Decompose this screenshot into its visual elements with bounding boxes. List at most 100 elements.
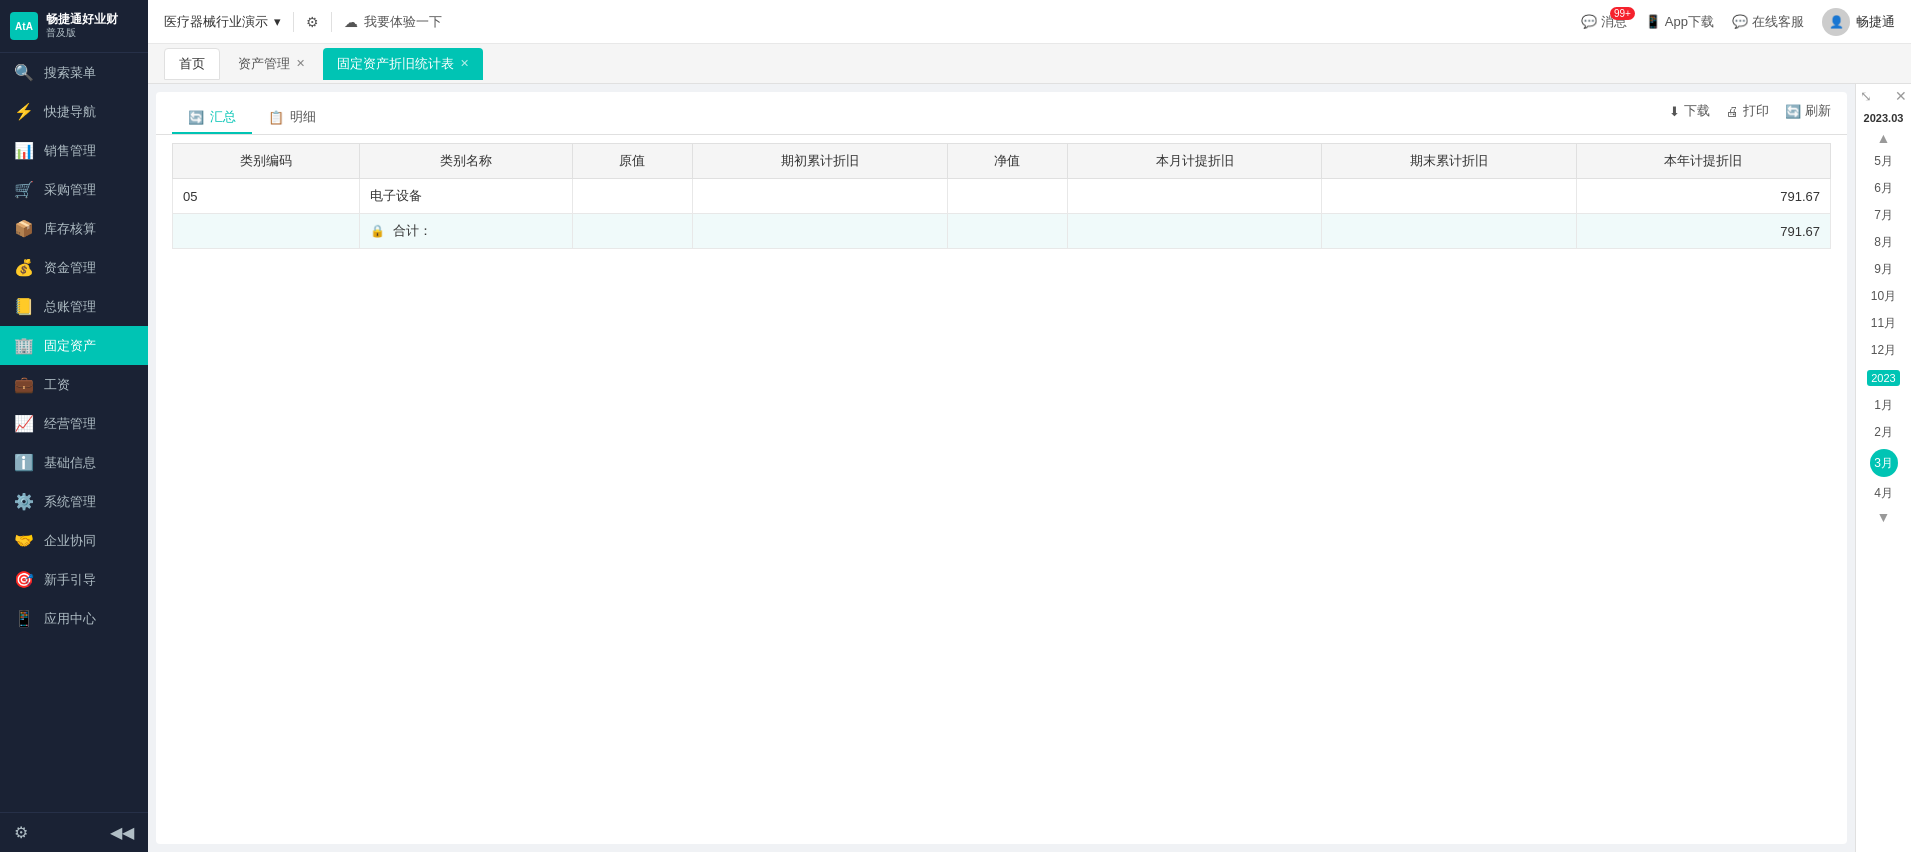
topbar-experience[interactable]: ☁ 我要体验一下 (344, 13, 442, 31)
date-item-3-active[interactable]: 3月 (1870, 449, 1898, 477)
sidebar-subtitle: 普及版 (46, 26, 118, 40)
download-label: 下载 (1684, 102, 1710, 120)
sidebar: AtA 畅捷通好业财 普及版 🔍 搜索菜单 ⚡ 快捷导航 📊 销售管理 🛒 采购… (0, 0, 148, 852)
content-body: 🔄 汇总 📋 明细 ⬇ 下载 🖨 打印 (148, 84, 1911, 852)
company-name: 医疗器械行业演示 (164, 13, 268, 31)
sidebar-item-search-label: 搜索菜单 (44, 64, 96, 82)
sidebar-item-ledger[interactable]: 📒 总账管理 (0, 287, 148, 326)
appcenter-icon: 📱 (14, 609, 34, 628)
quicknav-icon: ⚡ (14, 102, 34, 121)
depreciation-table: 类别编码 类别名称 原值 期初累计折旧 净值 本月计提折旧 期末累计折旧 本年计… (172, 143, 1831, 249)
sidebar-item-appcenter[interactable]: 📱 应用中心 (0, 599, 148, 638)
date-item-11[interactable]: 11月 (1856, 310, 1911, 337)
sidebar-settings-icon[interactable]: ⚙ (14, 823, 28, 842)
inner-tab-detail-label: 明细 (290, 108, 316, 126)
sidebar-item-salary[interactable]: 💼 工资 (0, 365, 148, 404)
date-item-4[interactable]: 4月 (1856, 480, 1911, 507)
col-category-code: 类别编码 (173, 144, 360, 179)
user-avatar: 👤 (1822, 8, 1850, 36)
sidebar-item-guide[interactable]: 🎯 新手引导 (0, 560, 148, 599)
sidebar-item-system-label: 系统管理 (44, 493, 96, 511)
col-ytd-depreciation: 本年计提折旧 (1576, 144, 1830, 179)
basicinfo-icon: ℹ️ (14, 453, 34, 472)
subtotal-original-value (572, 214, 693, 249)
salary-icon: 💼 (14, 375, 34, 394)
sidebar-item-appcenter-label: 应用中心 (44, 610, 96, 628)
sidebar-item-inventory-label: 库存核算 (44, 220, 96, 238)
topbar-user[interactable]: 👤 畅捷通 (1822, 8, 1895, 36)
sidebar-item-finance[interactable]: 💰 资金管理 (0, 248, 148, 287)
sidebar-item-basicinfo-label: 基础信息 (44, 454, 96, 472)
sidebar-item-finance-label: 资金管理 (44, 259, 96, 277)
tab-asset-mgmt[interactable]: 资产管理 ✕ (224, 48, 319, 80)
experience-label: 我要体验一下 (364, 13, 442, 31)
finance-icon: 💰 (14, 258, 34, 277)
col-category-name: 类别名称 (360, 144, 572, 179)
tab-depreciation[interactable]: 固定资产折旧统计表 ✕ (323, 48, 483, 80)
purchase-icon: 🛒 (14, 180, 34, 199)
inner-tab-detail[interactable]: 📋 明细 (252, 102, 332, 134)
col-net-value: 净值 (947, 144, 1068, 179)
download-button[interactable]: ⬇ 下载 (1669, 102, 1710, 120)
sidebar-collapse-icon[interactable]: ◀◀ (110, 823, 134, 842)
sidebar-item-search[interactable]: 🔍 搜索菜单 (0, 53, 148, 92)
dropdown-icon: ▾ (274, 14, 281, 29)
sidebar-item-cooperation[interactable]: 🤝 企业协同 (0, 521, 148, 560)
date-expand-icon[interactable]: ⤡ (1860, 88, 1872, 104)
sidebar-item-system[interactable]: ⚙️ 系统管理 (0, 482, 148, 521)
topbar-app-download[interactable]: 📱 App下载 (1645, 13, 1714, 31)
date-item-2[interactable]: 2月 (1856, 419, 1911, 446)
inner-tabs-bar: 🔄 汇总 📋 明细 ⬇ 下载 🖨 打印 (156, 92, 1847, 135)
table-header-row: 类别编码 类别名称 原值 期初累计折旧 净值 本月计提折旧 期末累计折旧 本年计… (173, 144, 1831, 179)
year-2023-container: 2023 (1856, 364, 1911, 392)
sidebar-item-fixedasset[interactable]: 🏢 固定资产 (0, 326, 148, 365)
date-item-7[interactable]: 7月 (1856, 202, 1911, 229)
tab-asset-mgmt-close[interactable]: ✕ (296, 57, 305, 70)
date-item-6[interactable]: 6月 (1856, 175, 1911, 202)
user-name: 畅捷通 (1856, 13, 1895, 31)
topbar-online-service[interactable]: 💬 在线客服 (1732, 13, 1804, 31)
date-item-12[interactable]: 12月 (1856, 337, 1911, 364)
sidebar-item-ops[interactable]: 📈 经营管理 (0, 404, 148, 443)
topbar-settings[interactable]: ⚙ (306, 14, 319, 30)
content-actions: ⬇ 下载 🖨 打印 🔄 刷新 (1669, 102, 1831, 120)
date-item-1[interactable]: 1月 (1856, 392, 1911, 419)
tab-depreciation-label: 固定资产折旧统计表 (337, 55, 454, 73)
cell-category-name: 电子设备 (360, 179, 572, 214)
sidebar-item-quicknav-label: 快捷导航 (44, 103, 96, 121)
sidebar-item-quicknav[interactable]: ⚡ 快捷导航 (0, 92, 148, 131)
sidebar-item-basicinfo[interactable]: ℹ️ 基础信息 (0, 443, 148, 482)
sidebar-item-inventory[interactable]: 📦 库存核算 (0, 209, 148, 248)
ops-icon: 📈 (14, 414, 34, 433)
tab-home[interactable]: 首页 (164, 48, 220, 80)
sidebar-item-sales[interactable]: 📊 销售管理 (0, 131, 148, 170)
tab-depreciation-close[interactable]: ✕ (460, 57, 469, 70)
print-button[interactable]: 🖨 打印 (1726, 102, 1769, 120)
refresh-icon: 🔄 (1785, 104, 1801, 119)
year-2023-badge[interactable]: 2023 (1867, 370, 1899, 386)
refresh-button[interactable]: 🔄 刷新 (1785, 102, 1831, 120)
date-panel-close[interactable]: ✕ (1895, 88, 1907, 104)
date-item-8[interactable]: 8月 (1856, 229, 1911, 256)
date-scroll-down[interactable]: ▼ (1856, 507, 1911, 527)
message-icon: 💬 (1581, 14, 1597, 29)
tab-home-label: 首页 (179, 55, 205, 73)
sidebar-item-salary-label: 工资 (44, 376, 70, 394)
date-item-10[interactable]: 10月 (1856, 283, 1911, 310)
system-icon: ⚙️ (14, 492, 34, 511)
sidebar-item-purchase[interactable]: 🛒 采购管理 (0, 170, 148, 209)
inner-tab-summary[interactable]: 🔄 汇总 (172, 102, 252, 134)
tab-asset-mgmt-label: 资产管理 (238, 55, 290, 73)
cell-period-end (1322, 179, 1576, 214)
print-icon: 🖨 (1726, 104, 1739, 119)
print-label: 打印 (1743, 102, 1769, 120)
col-monthly-depreciation: 本月计提折旧 (1068, 144, 1322, 179)
date-item-5[interactable]: 5月 (1856, 148, 1911, 175)
date-scroll-up[interactable]: ▲ (1856, 128, 1911, 148)
topbar-message[interactable]: 💬 消息 99+ (1581, 13, 1627, 31)
topbar-company[interactable]: 医疗器械行业演示 ▾ (164, 13, 281, 31)
app-download-icon: 📱 (1645, 14, 1661, 29)
sidebar-item-guide-label: 新手引导 (44, 571, 96, 589)
summary-icon: 🔄 (188, 110, 204, 125)
date-item-9[interactable]: 9月 (1856, 256, 1911, 283)
